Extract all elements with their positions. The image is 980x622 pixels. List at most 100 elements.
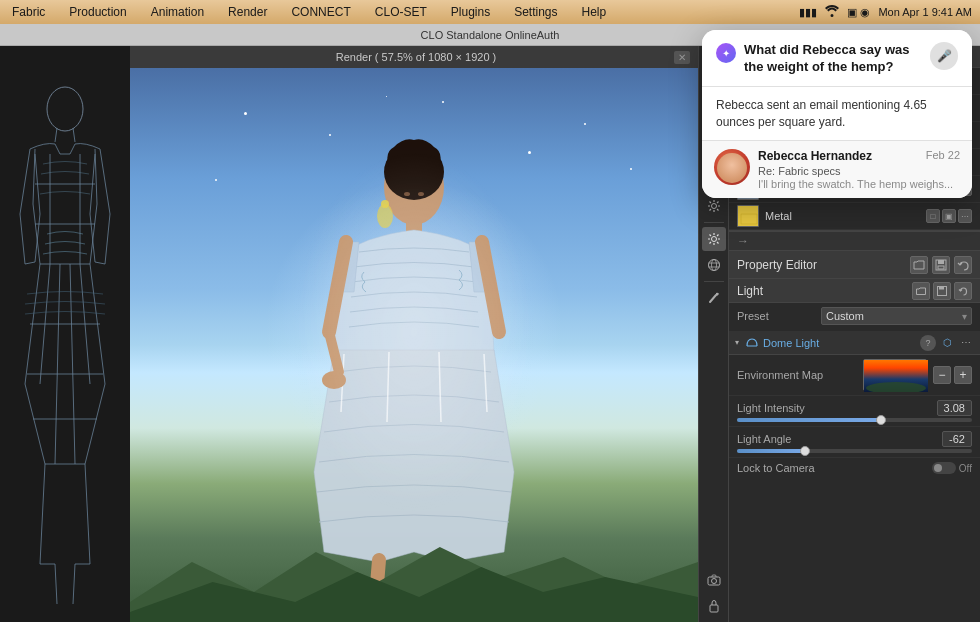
separator-arrow: → <box>737 234 749 248</box>
render-image <box>130 68 698 622</box>
light-angle-label: Light Angle <box>737 433 791 445</box>
obj-add-btn[interactable]: □ <box>926 209 940 223</box>
svg-rect-34 <box>710 605 718 612</box>
property-editor-title: Property Editor <box>737 258 817 272</box>
toolbar-btn-wrench[interactable] <box>702 286 726 310</box>
light-intensity-value[interactable]: 3.08 <box>937 400 972 416</box>
light-intensity-label: Light Intensity <box>737 402 805 414</box>
obj-more-btn[interactable]: ⋯ <box>958 209 972 223</box>
light-angle-value[interactable]: -62 <box>942 431 972 447</box>
system-icons: ▣ ◉ <box>847 6 870 19</box>
battery-icon: ▮▮▮ <box>799 6 817 19</box>
dome-more-btn[interactable]: ⋯ <box>958 335 974 351</box>
dome-light-header[interactable]: ▾ Dome Light ? ⬡ ⋯ <box>729 331 980 355</box>
menu-fabric[interactable]: Fabric <box>8 3 49 21</box>
property-editor-actions <box>910 256 972 274</box>
menu-settings[interactable]: Settings <box>510 3 561 21</box>
star <box>584 123 586 125</box>
email-date: Feb 22 <box>926 149 960 163</box>
light-undo-btn[interactable] <box>954 282 972 300</box>
light-intensity-slider[interactable] <box>737 418 972 422</box>
light-intensity-thumb[interactable] <box>876 415 886 425</box>
light-intensity-header: Light Intensity 3.08 <box>737 400 972 416</box>
menu-production[interactable]: Production <box>65 3 130 21</box>
prop-folder-btn[interactable] <box>910 256 928 274</box>
ai-siri-icon: ✦ <box>716 43 736 63</box>
lock-to-camera-value: Off <box>959 463 972 474</box>
light-section-header: Light <box>729 279 980 303</box>
prop-undo-btn[interactable] <box>954 256 972 274</box>
email-preview-text: I'll bring the swatch. The hemp weighs..… <box>758 178 960 190</box>
dome-help-btn[interactable]: ? <box>920 335 936 351</box>
prop-save-btn[interactable] <box>932 256 950 274</box>
light-intensity-section: Light Intensity 3.08 <box>729 396 980 427</box>
mountains <box>130 542 698 622</box>
lock-to-camera-toggle[interactable]: Off <box>932 462 972 474</box>
dome-icon <box>745 336 759 350</box>
dome-light-actions: ? ⬡ ⋯ <box>920 335 974 351</box>
menu-animation[interactable]: Animation <box>147 3 208 21</box>
light-angle-header: Light Angle -62 <box>737 431 972 447</box>
app-title: CLO Standalone OnlineAuth <box>421 29 560 41</box>
menu-closet[interactable]: CLO-SET <box>371 3 431 21</box>
render-header: Render ( 57.5% of 1080 × 1920 ) ✕ <box>130 46 698 68</box>
obj-copy-btn[interactable]: ▣ <box>942 209 956 223</box>
ai-email-preview[interactable]: Rebecca Hernandez Feb 22 Re: Fabric spec… <box>702 141 972 198</box>
ai-question-text: What did Rebecca say was the weight of t… <box>744 42 922 76</box>
toolbar-divider-4 <box>704 281 724 282</box>
svg-point-33 <box>711 579 716 584</box>
star <box>442 101 444 103</box>
menu-connect[interactable]: CONNECT <box>287 3 354 21</box>
wifi-icon <box>825 5 839 19</box>
light-section-label: Light <box>737 284 763 298</box>
lock-to-camera-label: Lock to Camera <box>737 462 815 474</box>
render-viewport: Render ( 57.5% of 1080 × 1920 ) ✕ <box>130 46 698 622</box>
light-angle-thumb[interactable] <box>800 446 810 456</box>
wireframe-figure <box>5 64 125 604</box>
preset-select[interactable]: Custom ▾ <box>821 307 972 325</box>
preset-label: Preset <box>737 310 817 322</box>
list-item[interactable]: Metal □ ▣ ⋯ <box>729 203 980 230</box>
ai-mic-button[interactable]: 🎤 <box>930 42 958 70</box>
toggle-track <box>932 462 956 474</box>
env-map-add-btn[interactable]: − <box>933 366 951 384</box>
email-subject: Re: Fabric specs <box>758 165 960 177</box>
object-actions: □ ▣ ⋯ <box>926 209 972 223</box>
svg-rect-41 <box>939 286 944 289</box>
star <box>630 168 632 170</box>
render-close-btn[interactable]: ✕ <box>674 51 690 64</box>
light-angle-slider[interactable] <box>737 449 972 453</box>
menu-bar-right: ▮▮▮ ▣ ◉ Mon Apr 1 9:41 AM <box>799 5 972 19</box>
email-sender: Rebecca Hernandez <box>758 149 872 163</box>
svg-line-1 <box>55 128 57 142</box>
menu-help[interactable]: Help <box>578 3 611 21</box>
ai-answer-text: Rebecca sent an email mentioning 4.65 ou… <box>702 87 972 141</box>
dome-link-btn[interactable]: ⬡ <box>939 335 955 351</box>
toolbar-btn-globe[interactable] <box>702 253 726 277</box>
dome-light-label: Dome Light <box>763 337 819 349</box>
svg-rect-39 <box>938 266 944 269</box>
lock-to-camera-row: Lock to Camera Off <box>729 458 980 478</box>
light-save-btn[interactable] <box>933 282 951 300</box>
svg-rect-36 <box>741 214 757 224</box>
light-folder-btn[interactable] <box>912 282 930 300</box>
env-map-remove-btn[interactable]: + <box>954 366 972 384</box>
svg-point-27 <box>708 260 719 271</box>
svg-line-31 <box>710 295 716 302</box>
panel-separator: → <box>729 231 980 251</box>
svg-point-26 <box>711 237 716 242</box>
toolbar-btn-lock[interactable] <box>702 594 726 618</box>
avatar-face <box>717 153 747 183</box>
env-map-thumbnail <box>863 359 927 391</box>
menu-render[interactable]: Render <box>224 3 271 21</box>
star <box>244 112 247 115</box>
wireframe-view <box>0 46 130 622</box>
star <box>215 179 217 181</box>
ai-email-header: Rebecca Hernandez Feb 22 <box>758 149 960 163</box>
menu-plugins[interactable]: Plugins <box>447 3 494 21</box>
property-editor-header: Property Editor <box>729 251 980 279</box>
toolbar-btn-render-settings[interactable] <box>702 227 726 251</box>
object-thumb <box>737 205 759 227</box>
ai-question-section: ✦ What did Rebecca say was the weight of… <box>702 30 972 86</box>
toolbar-btn-bottom-camera[interactable] <box>702 568 726 592</box>
